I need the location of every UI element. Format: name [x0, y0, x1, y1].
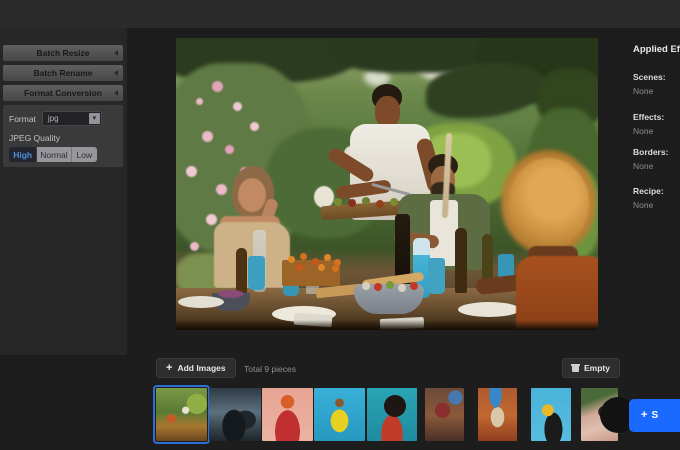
batch-tools-sidebar: Batch Resize Batch Rename Format Convers… [3, 45, 123, 167]
collapse-arrow-icon [114, 50, 118, 56]
plus-icon: + [166, 361, 173, 374]
flower-crate [282, 260, 340, 286]
save-button-label: S [651, 410, 659, 421]
plate [178, 296, 224, 308]
format-conversion-panel-body: Format jpg ▾ JPEG Quality High Normal Lo… [3, 105, 123, 167]
effects-value: None [633, 126, 654, 136]
purple-food [218, 290, 244, 298]
collapse-arrow-icon [114, 90, 118, 96]
borders-label: Borders: [633, 147, 669, 157]
foreground-woman-afro [509, 158, 589, 248]
format-label: Format [9, 113, 36, 124]
thumbnail-man-headphones[interactable] [367, 388, 417, 441]
beer-bottle [236, 248, 247, 296]
window-top-bar [0, 0, 680, 28]
quality-low-button[interactable]: Low [70, 147, 97, 162]
empty-label: Empty [584, 363, 610, 373]
panel-batch-rename[interactable]: Batch Rename [3, 65, 123, 81]
dropdown-arrow-icon[interactable]: ▾ [88, 113, 100, 124]
food-on-board [334, 198, 342, 206]
trash-icon [571, 364, 580, 372]
collapse-arrow-icon [114, 70, 118, 76]
thumbnail-woman-flower-crown[interactable] [262, 388, 313, 441]
panel-format-conversion-label: Format Conversion [24, 88, 102, 98]
salad [362, 282, 370, 290]
thumbnail-person-yellow-cyan[interactable] [314, 388, 365, 441]
scenes-label: Scenes: [633, 72, 666, 82]
add-images-button[interactable]: + Add Images [156, 358, 236, 378]
thumbnail-dinner-party[interactable] [153, 385, 210, 444]
thumbnail-street-photographer[interactable] [209, 388, 261, 441]
jpeg-quality-segmented-control: High Normal Low [9, 147, 97, 162]
recipe-value: None [633, 200, 654, 210]
beer-bottle [455, 228, 467, 293]
format-select[interactable]: jpg ▾ [41, 111, 102, 126]
thumbnail-brick-wall[interactable] [478, 388, 517, 441]
blue-glass [248, 256, 265, 290]
plus-icon: + [641, 409, 648, 421]
panel-batch-resize[interactable]: Batch Resize [3, 45, 123, 61]
effects-label: Effects: [633, 112, 665, 122]
plate [458, 302, 520, 317]
orange-flowers [288, 256, 295, 263]
thumbnail-party-dancer[interactable] [425, 388, 464, 441]
borders-value: None [633, 161, 654, 171]
quality-normal-button[interactable]: Normal [36, 147, 71, 162]
scenes-value: None [633, 86, 654, 96]
save-button[interactable]: + S [629, 399, 680, 432]
main-image-preview [176, 38, 598, 330]
bottom-vignette [176, 320, 598, 330]
applied-effects-title: Applied Effects [633, 44, 680, 55]
empty-button[interactable]: Empty [562, 358, 620, 378]
recipe-label: Recipe: [633, 186, 664, 196]
jpeg-quality-label: JPEG Quality [9, 133, 61, 143]
quality-high-button[interactable]: High [9, 147, 37, 162]
foreground-woman-rust-top [516, 256, 598, 330]
drooping-branch [426, 63, 546, 118]
thumbnail-woman-sunflower[interactable] [531, 388, 571, 441]
panel-batch-resize-label: Batch Resize [36, 48, 90, 58]
panel-batch-rename-label: Batch Rename [33, 68, 93, 78]
blue-glass [428, 258, 445, 294]
pink-oleander-flowers [196, 98, 203, 105]
add-images-label: Add Images [177, 363, 226, 373]
seated-woman-face [238, 178, 266, 212]
panel-format-conversion[interactable]: Format Conversion [3, 85, 123, 101]
total-pieces-text: Total 9 pieces [244, 364, 296, 374]
format-select-value: jpg [47, 114, 59, 123]
